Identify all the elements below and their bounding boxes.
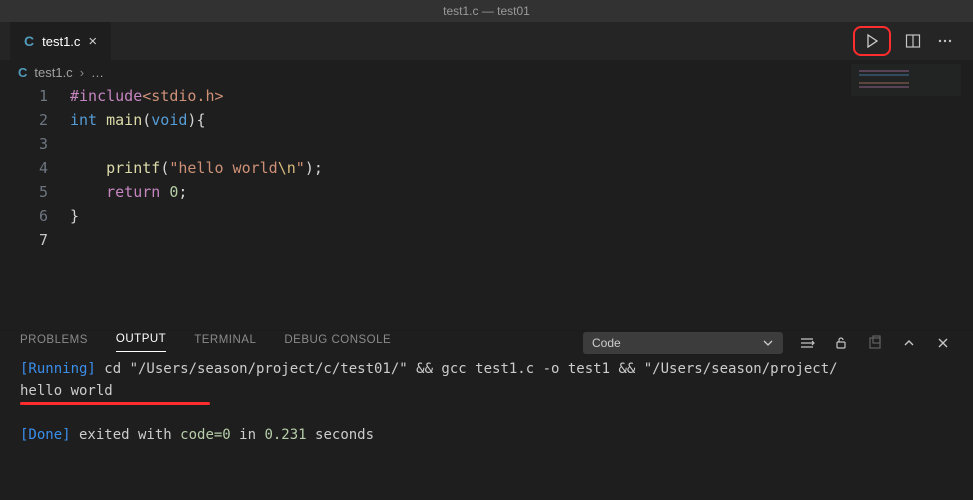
output-channel-select[interactable]: Code bbox=[583, 332, 783, 354]
code-editor[interactable]: 1 2 3 4 5 6 7 #include<stdio.h> int main… bbox=[0, 84, 973, 252]
close-panel-icon[interactable] bbox=[933, 333, 953, 353]
close-icon[interactable]: × bbox=[88, 33, 97, 50]
code-body[interactable]: #include<stdio.h> int main(void){ printf… bbox=[70, 84, 973, 252]
c-file-icon: C bbox=[18, 65, 27, 80]
output-body[interactable]: [Running] cd "/Users/season/project/c/te… bbox=[0, 354, 973, 500]
window-title: test1.c — test01 bbox=[443, 4, 530, 18]
output-hello: hello world bbox=[20, 383, 113, 399]
annotation-underline bbox=[20, 402, 210, 405]
chevron-up-icon[interactable] bbox=[899, 333, 919, 353]
tab-terminal[interactable]: Terminal bbox=[194, 334, 256, 352]
chevron-right-icon: › bbox=[80, 65, 84, 80]
tab-debug-console[interactable]: Debug Console bbox=[284, 334, 391, 352]
more-actions-icon[interactable] bbox=[935, 31, 955, 51]
panel-tabs: Problems Output Terminal Debug Console C… bbox=[0, 331, 973, 354]
tab-output[interactable]: Output bbox=[116, 333, 166, 352]
split-editor-icon[interactable] bbox=[903, 31, 923, 51]
breadcrumb[interactable]: C test1.c › … bbox=[0, 60, 973, 84]
lock-icon[interactable] bbox=[831, 333, 851, 353]
tab-test1-c[interactable]: C test1.c × bbox=[10, 22, 112, 60]
breadcrumb-trail: … bbox=[91, 65, 104, 80]
tab-label: test1.c bbox=[42, 34, 80, 49]
window-title-bar: test1.c — test01 bbox=[0, 0, 973, 22]
run-button-highlight bbox=[853, 26, 891, 56]
chevron-down-icon bbox=[762, 337, 774, 349]
clear-output-icon[interactable] bbox=[865, 333, 885, 353]
tab-problems[interactable]: Problems bbox=[20, 334, 88, 352]
c-file-icon: C bbox=[24, 33, 34, 49]
editor-tab-bar: C test1.c × bbox=[0, 22, 973, 60]
editor-actions bbox=[853, 22, 973, 60]
minimap[interactable] bbox=[851, 64, 961, 96]
filter-icon[interactable] bbox=[797, 333, 817, 353]
play-icon[interactable] bbox=[862, 31, 882, 51]
line-gutter: 1 2 3 4 5 6 7 bbox=[0, 84, 70, 252]
breadcrumb-file: test1.c bbox=[34, 65, 72, 80]
bottom-panel: Problems Output Terminal Debug Console C… bbox=[0, 330, 973, 500]
